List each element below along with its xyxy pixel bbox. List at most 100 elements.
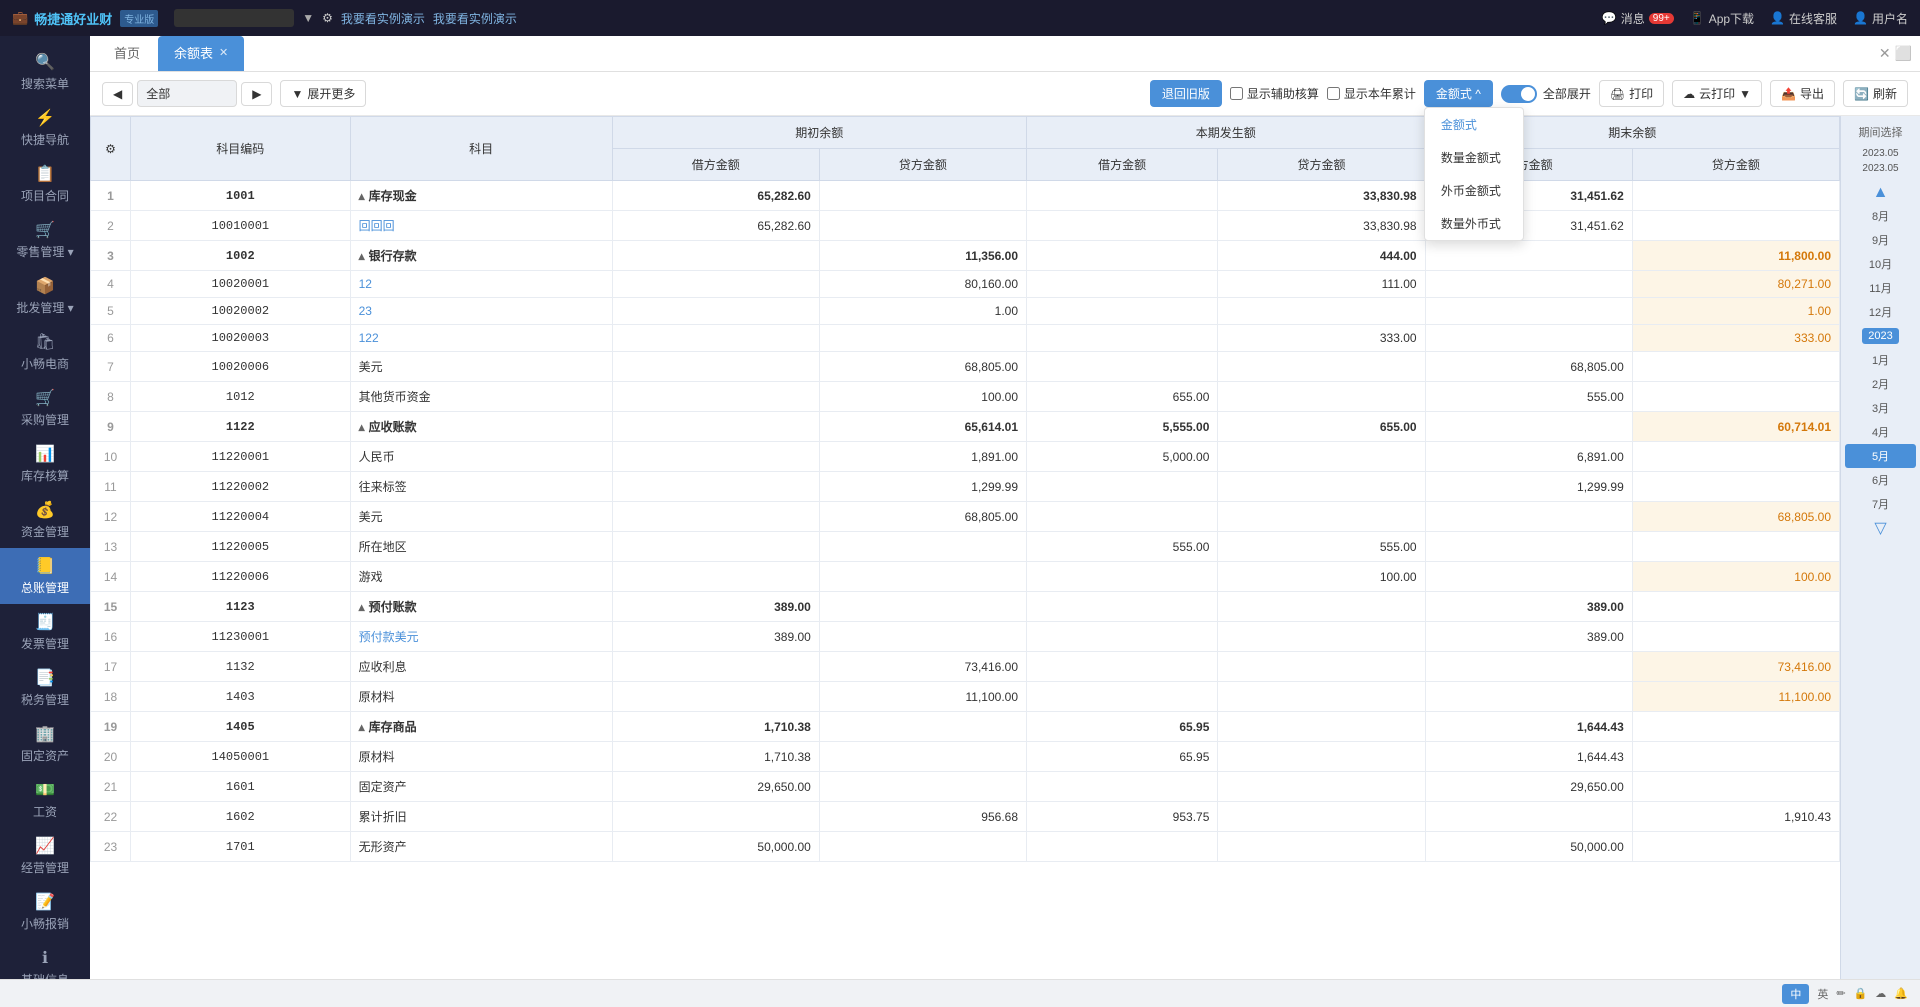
expand-label: 展开更多 <box>307 85 355 102</box>
closing_debit-cell <box>1425 412 1632 442</box>
month-3[interactable]: 3月 <box>1845 396 1916 420</box>
sidebar-item-inventory[interactable]: 📊 库存核算 <box>0 436 90 492</box>
online-service-nav[interactable]: 👤 在线客服 <box>1770 10 1837 27</box>
settings-icon[interactable]: ⚙ <box>322 11 333 25</box>
month-11[interactable]: 11月 <box>1845 276 1916 300</box>
opening_debit-cell: 1,710.38 <box>612 742 819 772</box>
sidebar-item-report[interactable]: 📝 小畅报销 <box>0 884 90 940</box>
month-7[interactable]: 7月 <box>1845 492 1916 516</box>
month-5[interactable]: 5月 <box>1845 444 1916 468</box>
demo-link[interactable]: 我要看实例演示 <box>341 10 425 27</box>
style-btn[interactable]: 金额式 ^ <box>1424 80 1493 107</box>
sidebar-item-search[interactable]: 🔍 搜索菜单 <box>0 44 90 100</box>
toggle-switch-control[interactable] <box>1501 85 1537 103</box>
return-old-btn[interactable]: 退回旧版 <box>1150 80 1222 107</box>
search-bar-placeholder[interactable] <box>174 9 294 27</box>
closing_credit-cell: 73,416.00 <box>1632 652 1839 682</box>
status-lock-icon[interactable]: 🔒 <box>1854 987 1868 1000</box>
app-download-nav[interactable]: 📱 App下载 <box>1690 10 1754 27</box>
month-1[interactable]: 1月 <box>1845 348 1916 372</box>
show-helper-checkbox[interactable]: 显示辅助核算 <box>1230 85 1319 102</box>
tab-home[interactable]: 首页 <box>98 36 156 71</box>
style-option-quantity-amount[interactable]: 数量金额式 <box>1425 141 1523 174</box>
settings-header[interactable]: ⚙ <box>91 117 131 181</box>
sidebar-item-wholesale[interactable]: 📦 批发管理 ▾ <box>0 268 90 324</box>
opening_debit-cell <box>612 352 819 382</box>
up-arrow[interactable]: ▲ <box>1871 182 1891 204</box>
account-code-cell: 10020002 <box>131 298 351 325</box>
style-option-amount[interactable]: 金额式 <box>1425 108 1523 141</box>
sidebar-item-purchase[interactable]: 🛒 采购管理 <box>0 380 90 436</box>
sidebar-item-ecommerce[interactable]: 🛍 小畅电商 <box>0 324 90 380</box>
sidebar-item-retail[interactable]: 🛒 零售管理 ▾ <box>0 212 90 268</box>
down-arrow[interactable]: ▽ <box>1872 516 1888 540</box>
account-name-cell[interactable]: 预付款美元 <box>350 622 612 652</box>
sidebar-item-project[interactable]: 📋 项目合同 <box>0 156 90 212</box>
sidebar-item-fixed-assets[interactable]: 🏢 固定资产 <box>0 716 90 772</box>
sidebar-item-payroll[interactable]: 💵 工资 <box>0 772 90 828</box>
account-name-cell: 原材料 <box>350 682 612 712</box>
style-option-foreign-amount[interactable]: 外币金额式 <box>1425 174 1523 207</box>
sidebar-item-basic-info[interactable]: ℹ 基础信息 <box>0 940 90 979</box>
cloud-print-btn[interactable]: ☁ 云打印 ▼ <box>1672 80 1762 107</box>
ecommerce-icon: 🛍 <box>35 332 55 352</box>
toolbar: ◀ 全部 ▶ ▼ 展开更多 退回旧版 显示辅助核算 显示本年累计 <box>90 72 1920 116</box>
right-panel: 期间选择 2023.05 2023.05 ▲ 8月 9月 10月 11月 12月… <box>1840 116 1920 979</box>
period_debit-cell: 655.00 <box>1027 382 1218 412</box>
closing_debit-cell <box>1425 532 1632 562</box>
month-8[interactable]: 8月 <box>1845 204 1916 228</box>
tab-balance[interactable]: 余额表 ✕ <box>158 36 244 71</box>
month-9[interactable]: 9月 <box>1845 228 1916 252</box>
lang-btn[interactable]: 中 <box>1782 984 1809 1004</box>
account-name-cell[interactable]: 122 <box>350 325 612 352</box>
sidebar-item-tax[interactable]: 📑 税务管理 <box>0 660 90 716</box>
year-total-checkbox-input[interactable] <box>1327 87 1340 100</box>
status-cloud-icon[interactable]: ☁ <box>1875 987 1886 1000</box>
sidebar-item-quick-nav[interactable]: ⚡ 快捷导航 <box>0 100 90 156</box>
window-minimize[interactable]: ✕ <box>1879 45 1891 62</box>
sidebar-item-invoice[interactable]: 🧾 发票管理 <box>0 604 90 660</box>
closing_debit-cell: 1,644.43 <box>1425 712 1632 742</box>
status-edit-icon[interactable]: ✏ <box>1836 987 1845 1000</box>
account-code-cell: 11220004 <box>131 502 351 532</box>
month-6[interactable]: 6月 <box>1845 468 1916 492</box>
expand-all-toggle[interactable]: 全部展开 <box>1501 85 1591 103</box>
expand-btn[interactable]: ▼ 展开更多 <box>280 80 366 107</box>
account-name-cell[interactable]: 12 <box>350 271 612 298</box>
sidebar-item-operation[interactable]: 📈 经营管理 <box>0 828 90 884</box>
status-bell-icon[interactable]: 🔔 <box>1894 987 1908 1000</box>
show-year-total-checkbox[interactable]: 显示本年累计 <box>1327 85 1416 102</box>
account-name-cell[interactable]: 回回回 <box>350 211 612 241</box>
month-12[interactable]: 12月 <box>1845 300 1916 324</box>
account-code-cell: 11230001 <box>131 622 351 652</box>
month-10[interactable]: 10月 <box>1845 252 1916 276</box>
closing-credit-header: 贷方金额 <box>1632 149 1839 181</box>
period_credit-cell <box>1218 802 1425 832</box>
period_debit-cell <box>1027 592 1218 622</box>
account-name-cell[interactable]: 23 <box>350 298 612 325</box>
tab-balance-close[interactable]: ✕ <box>219 46 228 59</box>
period_debit-cell: 5,555.00 <box>1027 412 1218 442</box>
month-4[interactable]: 4月 <box>1845 420 1916 444</box>
message-nav[interactable]: 💬 消息 99+ <box>1602 10 1674 27</box>
user-nav[interactable]: 👤 用户名 <box>1853 10 1908 27</box>
sidebar-item-general-ledger[interactable]: 📒 总账管理 <box>0 548 90 604</box>
row-num-cell: 17 <box>91 652 131 682</box>
demo-link-text[interactable]: 我要看实例演示 <box>433 10 517 27</box>
nav-btn-right[interactable]: ▶ <box>241 82 272 106</box>
status-en[interactable]: 英 <box>1817 986 1828 1002</box>
style-option-quantity-foreign[interactable]: 数量外币式 <box>1425 207 1523 240</box>
helper-checkbox-input[interactable] <box>1230 87 1243 100</box>
nav-btn-left[interactable]: ◀ <box>102 82 133 106</box>
dropdown-arrow[interactable]: ▼ <box>302 11 314 25</box>
export-btn[interactable]: 📤 导出 <box>1770 80 1835 107</box>
print-btn[interactable]: 🖨 打印 <box>1599 80 1664 107</box>
opening_credit-cell: 100.00 <box>819 382 1026 412</box>
month-2[interactable]: 2月 <box>1845 372 1916 396</box>
table-row: 1311220005所在地区555.00555.00 <box>91 532 1840 562</box>
sidebar-label-wholesale: 批发管理 ▾ <box>16 299 73 316</box>
sidebar-item-capital[interactable]: 💰 资金管理 <box>0 492 90 548</box>
refresh-btn[interactable]: 🔄 刷新 <box>1843 80 1908 107</box>
account-name-cell: ▴银行存款 <box>350 241 612 271</box>
window-maximize[interactable]: ⬜ <box>1895 45 1912 62</box>
